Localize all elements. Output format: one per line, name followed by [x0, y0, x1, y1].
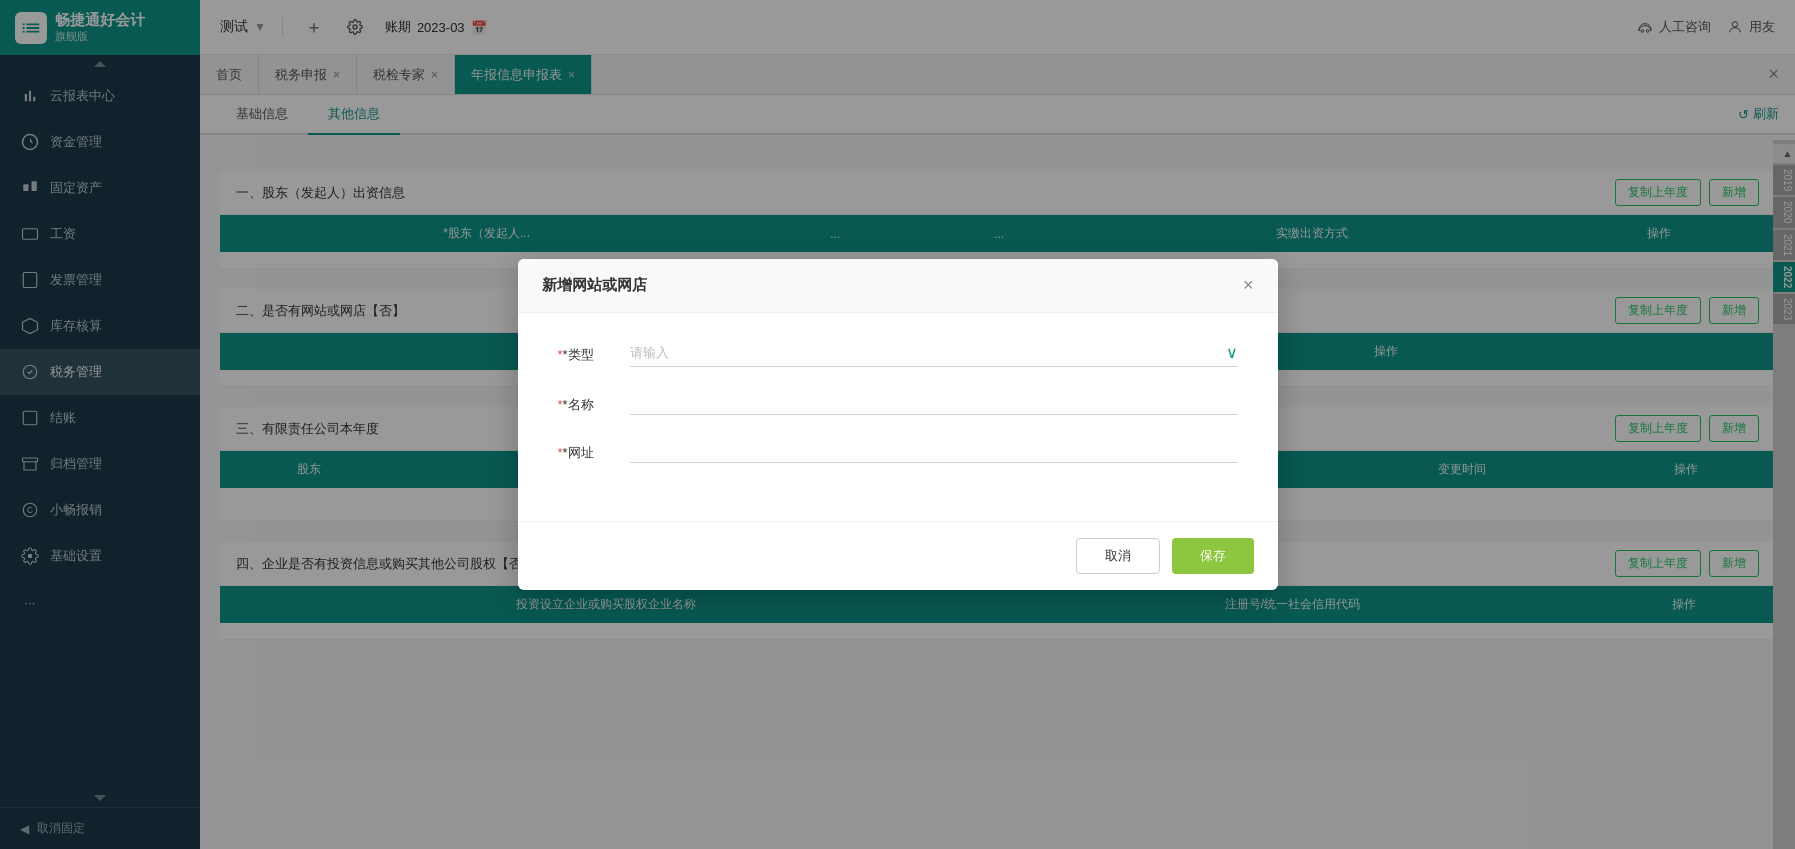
url-label: **网址	[558, 444, 618, 462]
type-input-wrapper: ∨	[630, 343, 1238, 367]
modal-header: 新增网站或网店 ×	[518, 259, 1278, 313]
form-row-url: **网址	[558, 443, 1238, 463]
add-website-modal: 新增网站或网店 × **类型 ∨ **名称	[518, 259, 1278, 590]
modal-close-button[interactable]: ×	[1243, 275, 1254, 296]
name-label: **名称	[558, 396, 618, 414]
type-label: **类型	[558, 346, 618, 364]
modal-title: 新增网站或网店	[542, 276, 647, 295]
form-row-name: **名称	[558, 395, 1238, 415]
modal-footer: 取消 保存	[518, 521, 1278, 590]
name-input-wrapper	[630, 395, 1238, 415]
cancel-button[interactable]: 取消	[1076, 538, 1160, 574]
url-input[interactable]	[630, 443, 1238, 458]
modal-overlay: 新增网站或网店 × **类型 ∨ **名称	[0, 0, 1795, 849]
name-input[interactable]	[630, 395, 1238, 410]
type-input[interactable]	[630, 345, 1226, 360]
url-input-wrapper	[630, 443, 1238, 463]
form-row-type: **类型 ∨	[558, 343, 1238, 367]
modal-body: **类型 ∨ **名称 **网址	[518, 313, 1278, 521]
save-button[interactable]: 保存	[1172, 538, 1254, 574]
chevron-down-icon[interactable]: ∨	[1226, 343, 1238, 362]
